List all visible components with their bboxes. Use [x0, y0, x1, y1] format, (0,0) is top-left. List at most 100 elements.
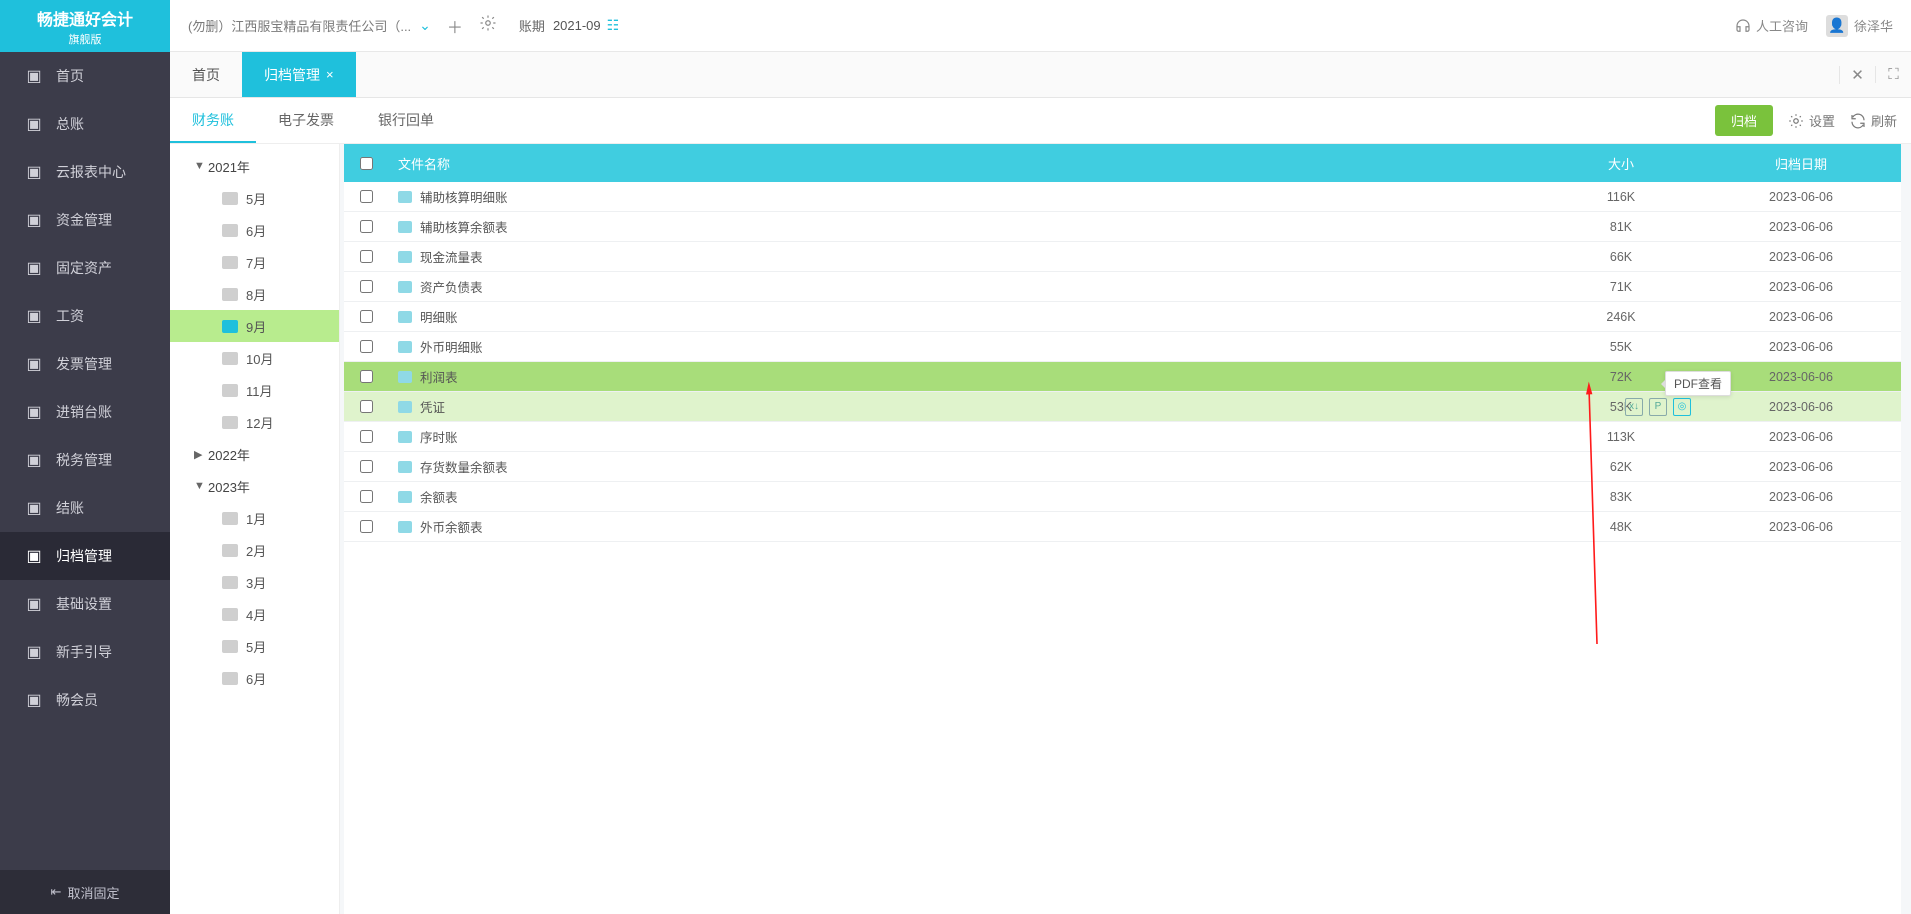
- table-row[interactable]: 外币明细账 55K 2023-06-06: [344, 332, 1901, 362]
- nav-guide[interactable]: ▣新手引导: [0, 628, 170, 676]
- nav-invoice[interactable]: ▣发票管理: [0, 340, 170, 388]
- download-pdf-icon[interactable]: P: [1649, 398, 1667, 416]
- table-row[interactable]: 明细账 246K 2023-06-06: [344, 302, 1901, 332]
- file-icon: [398, 521, 412, 533]
- nav-home[interactable]: ▣首页: [0, 52, 170, 100]
- col-name: 文件名称: [388, 154, 1541, 173]
- nav-asset[interactable]: ▣固定资产: [0, 244, 170, 292]
- nav-wallet[interactable]: ▣资金管理: [0, 196, 170, 244]
- sidebar: 畅捷通好会计 旗舰版 ▣首页▣总账▣云报表中心▣资金管理▣固定资产▣工资▣发票管…: [0, 0, 170, 914]
- close-book-icon: ▣: [24, 498, 44, 518]
- logo: 畅捷通好会计 旗舰版: [0, 0, 170, 52]
- tree-month[interactable]: 6月: [170, 662, 339, 694]
- archive-button[interactable]: 归档: [1715, 105, 1773, 136]
- table-row[interactable]: 现金流量表 66K 2023-06-06: [344, 242, 1901, 272]
- subtab-财务账[interactable]: 财务账: [170, 98, 256, 143]
- row-checkbox[interactable]: [360, 400, 373, 413]
- file-size: 62K: [1541, 460, 1701, 474]
- sidebar-unpin[interactable]: ⇤ 取消固定: [0, 870, 170, 914]
- tree-month[interactable]: 6月: [170, 214, 339, 246]
- close-tab-button[interactable]: ✕: [1839, 66, 1875, 84]
- table-row[interactable]: 凭证 x↓ P ◎ 53K 2023-06-06: [344, 392, 1901, 422]
- archive-date: 2023-06-06: [1701, 190, 1901, 204]
- table-row[interactable]: 外币余额表 48K 2023-06-06: [344, 512, 1901, 542]
- row-checkbox[interactable]: [360, 190, 373, 203]
- row-checkbox[interactable]: [360, 430, 373, 443]
- table-row[interactable]: 资产负债表 71K 2023-06-06: [344, 272, 1901, 302]
- nav-stock[interactable]: ▣进销台账: [0, 388, 170, 436]
- tab-归档管理[interactable]: 归档管理×: [242, 52, 356, 97]
- table-row[interactable]: 存货数量余额表 62K 2023-06-06: [344, 452, 1901, 482]
- file-table: 文件名称 大小 归档日期 辅助核算明细账 116K 2023-06-06 辅助核…: [344, 144, 1901, 914]
- folder-icon: [222, 384, 238, 397]
- table-row[interactable]: 辅助核算明细账 116K 2023-06-06: [344, 182, 1901, 212]
- file-icon: [398, 461, 412, 473]
- refresh-icon: [1849, 112, 1867, 130]
- tree-month[interactable]: 4月: [170, 598, 339, 630]
- nav-member[interactable]: ▣畅会员: [0, 676, 170, 724]
- tree-month[interactable]: 1月: [170, 502, 339, 534]
- refresh-link[interactable]: 刷新: [1849, 111, 1897, 130]
- folder-icon: [222, 320, 238, 333]
- tree-year[interactable]: ▼2021年: [170, 150, 339, 182]
- row-checkbox[interactable]: [360, 250, 373, 263]
- tree-month[interactable]: 2月: [170, 534, 339, 566]
- row-checkbox[interactable]: [360, 310, 373, 323]
- add-company-button[interactable]: ＋: [447, 14, 463, 38]
- folder-icon: [222, 224, 238, 237]
- table-row[interactable]: 序时账 113K 2023-06-06: [344, 422, 1901, 452]
- row-checkbox[interactable]: [360, 280, 373, 293]
- tree-month[interactable]: 9月: [170, 310, 339, 342]
- fullscreen-button[interactable]: ⛶: [1875, 66, 1911, 83]
- tree-month[interactable]: 11月: [170, 374, 339, 406]
- nav-archive[interactable]: ▣归档管理: [0, 532, 170, 580]
- tree-year[interactable]: ▶2022年: [170, 438, 339, 470]
- tab-首页[interactable]: 首页: [170, 52, 242, 97]
- nav-salary[interactable]: ▣工资: [0, 292, 170, 340]
- settings-link[interactable]: 设置: [1787, 111, 1835, 130]
- invoice-icon: ▣: [24, 354, 44, 374]
- app-name: 畅捷通好会计: [37, 6, 133, 30]
- tree-month[interactable]: 8月: [170, 278, 339, 310]
- row-checkbox[interactable]: [360, 490, 373, 503]
- table-row[interactable]: 辅助核算余额表 81K 2023-06-06: [344, 212, 1901, 242]
- row-checkbox[interactable]: [360, 460, 373, 473]
- file-icon: [398, 431, 412, 443]
- row-checkbox[interactable]: [360, 370, 373, 383]
- subtab-电子发票[interactable]: 电子发票: [256, 98, 356, 143]
- row-checkbox[interactable]: [360, 340, 373, 353]
- tree-month[interactable]: 3月: [170, 566, 339, 598]
- avatar-icon: 👤: [1826, 15, 1848, 37]
- tree-month[interactable]: 7月: [170, 246, 339, 278]
- nav-chart[interactable]: ▣云报表中心: [0, 148, 170, 196]
- archive-date: 2023-06-06: [1701, 250, 1901, 264]
- tree-year[interactable]: ▼2023年: [170, 470, 339, 502]
- nav-ledger[interactable]: ▣总账: [0, 100, 170, 148]
- file-name: 利润表: [420, 367, 458, 386]
- tree-month[interactable]: 12月: [170, 406, 339, 438]
- nav-tax[interactable]: ▣税务管理: [0, 436, 170, 484]
- file-size: 81K: [1541, 220, 1701, 234]
- support-link[interactable]: 人工咨询: [1734, 16, 1808, 35]
- tree-month[interactable]: 5月: [170, 182, 339, 214]
- subtab-银行回单[interactable]: 银行回单: [356, 98, 456, 143]
- close-icon[interactable]: ×: [326, 67, 334, 82]
- calendar-icon[interactable]: ☷: [607, 17, 620, 34]
- nav-settings[interactable]: ▣基础设置: [0, 580, 170, 628]
- tree-month[interactable]: 5月: [170, 630, 339, 662]
- file-icon: [398, 281, 412, 293]
- table-row[interactable]: 余额表 83K 2023-06-06: [344, 482, 1901, 512]
- pdf-view-icon[interactable]: ◎: [1673, 398, 1691, 416]
- header: (勿删）江西服宝精品有限责任公司（... ⌄ ＋ 账期 2021-09 ☷ 人工…: [170, 0, 1911, 52]
- file-name: 现金流量表: [420, 247, 483, 266]
- tree-month[interactable]: 10月: [170, 342, 339, 374]
- company-selector[interactable]: (勿删）江西服宝精品有限责任公司（... ⌄: [188, 16, 439, 35]
- row-checkbox[interactable]: [360, 220, 373, 233]
- select-all-checkbox[interactable]: [360, 157, 373, 170]
- user-menu[interactable]: 👤 徐泽华: [1826, 15, 1893, 37]
- download-excel-icon[interactable]: x↓: [1625, 398, 1643, 416]
- row-checkbox[interactable]: [360, 520, 373, 533]
- period-value[interactable]: 2021-09: [553, 18, 601, 33]
- nav-close-book[interactable]: ▣结账: [0, 484, 170, 532]
- company-settings-button[interactable]: [479, 14, 497, 37]
